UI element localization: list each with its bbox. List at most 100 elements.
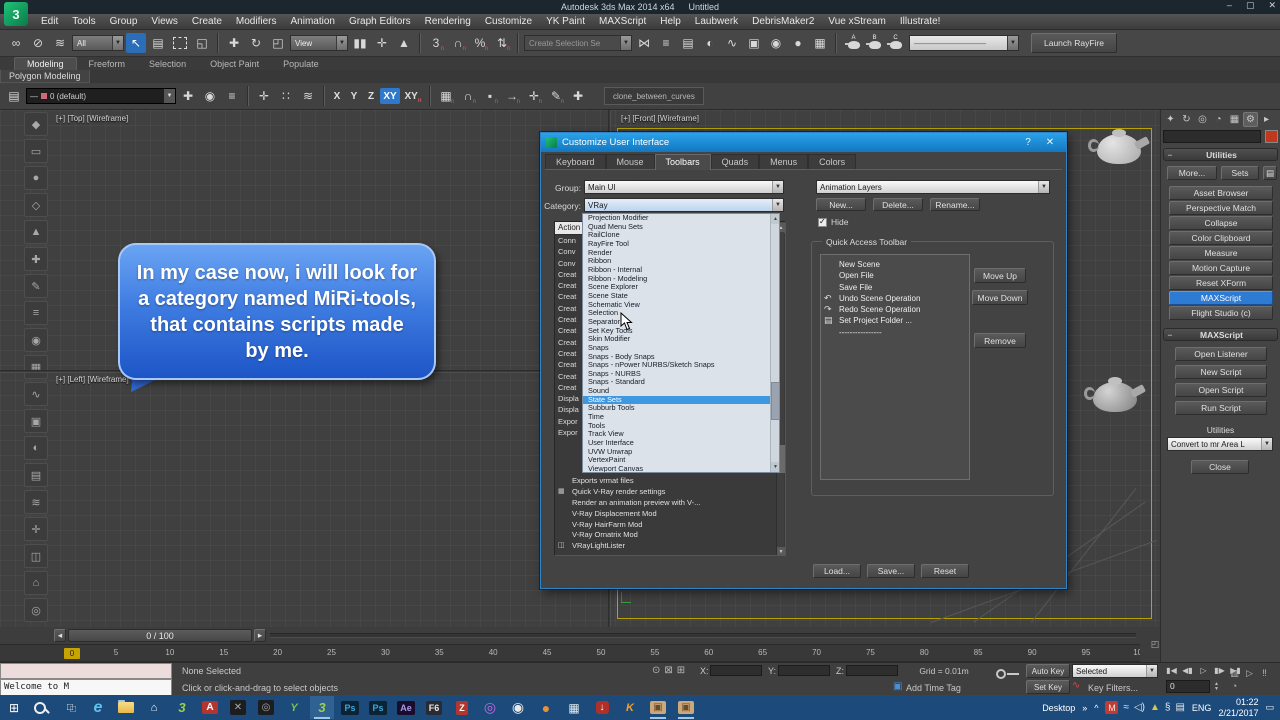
snap-toggle-icon[interactable]: ∩ n xyxy=(448,33,468,53)
link-tool-icon[interactable]: ≋ xyxy=(50,33,70,53)
taskbar-app-icon[interactable]: ⊞ xyxy=(2,696,26,719)
snap-magnet-icon[interactable]: ✚ xyxy=(568,86,588,106)
taskbar-app-icon[interactable]: Ps xyxy=(366,696,390,719)
select-object-icon[interactable]: ↖ xyxy=(126,33,146,53)
add-time-tag[interactable]: Add Time Tag xyxy=(906,683,961,693)
qat-list-item[interactable]: ---------------- xyxy=(821,327,969,338)
script-tool-icon[interactable]: ✎ xyxy=(24,274,48,298)
teapot-object[interactable] xyxy=(1084,377,1147,412)
editor-tool-icon[interactable]: ◐ xyxy=(700,33,720,53)
snap-toggle-icon[interactable]: % n xyxy=(470,33,490,53)
selection-set-combo[interactable]: Create Selection Se ▼ xyxy=(524,35,632,51)
dialog-footer-button[interactable]: Load... xyxy=(813,564,861,578)
axis-constraint-xy-button[interactable]: XY xyxy=(380,88,400,104)
utility-button[interactable]: Measure xyxy=(1169,246,1273,260)
menu-item[interactable]: Graph Editors xyxy=(342,16,418,27)
menu-item[interactable]: Vue xStream xyxy=(821,16,892,27)
toolbar-action-button[interactable]: Delete... xyxy=(873,198,923,211)
command-panel-tab-icon[interactable]: ▸ xyxy=(1259,112,1274,127)
command-panel-tab-icon[interactable]: ⚙ xyxy=(1243,112,1258,127)
toolbar-select-dropdown[interactable]: Animation Layers ▼ xyxy=(816,180,1050,194)
axis-constraint-button[interactable]: Y xyxy=(347,88,361,104)
dialog-tab[interactable]: Keyboard xyxy=(545,154,606,169)
taskbar-app-icon[interactable]: ◎ xyxy=(254,696,278,719)
maxscript-button[interactable]: New Script xyxy=(1175,365,1267,379)
taskbar-app-icon[interactable]: ● xyxy=(534,696,558,719)
menu-item[interactable]: Modifiers xyxy=(229,16,284,27)
category-option[interactable]: Snaps - Standard xyxy=(583,378,779,387)
taskbar-app-icon[interactable]: K xyxy=(618,696,642,719)
clock[interactable]: 01:22 2/21/2017 xyxy=(1218,697,1258,719)
maxscript-mini-listener[interactable]: Welcome to M xyxy=(0,679,172,696)
taskbar-app-icon[interactable]: F6 xyxy=(422,696,446,719)
menu-item[interactable]: Create xyxy=(185,16,229,27)
taskbar-app-icon[interactable]: Z xyxy=(450,696,474,719)
maximize-button[interactable]: ▢ xyxy=(1246,0,1255,11)
dialog-footer-button[interactable]: Save... xyxy=(867,564,915,578)
render-teapot-icon[interactable]: C xyxy=(886,35,903,51)
qat-list-item[interactable]: New Scene xyxy=(821,259,969,270)
taskbar-app-icon[interactable]: ◎ xyxy=(478,696,502,719)
taskbar-app-icon[interactable]: 3 xyxy=(310,696,334,719)
editor-tool-icon[interactable]: ● xyxy=(788,33,808,53)
maxscript-rollout-header[interactable]: − MAXScript xyxy=(1163,328,1278,341)
action-list-item[interactable]: ▦ Quick V-Ray render settings xyxy=(556,487,776,498)
taskbar-app-icon[interactable]: 3 xyxy=(170,696,194,719)
ribbon-tab[interactable]: Object Paint xyxy=(198,58,271,70)
scroll-up-icon[interactable]: ▲ xyxy=(771,214,779,224)
utilities-rollout-header[interactable]: − Utilities xyxy=(1163,148,1278,161)
maxscript-button[interactable]: Open Script xyxy=(1175,383,1267,397)
category-option[interactable]: Skin Modifier xyxy=(583,335,779,344)
key-mode-dropdown[interactable]: Selected ▼ xyxy=(1072,664,1158,678)
utility-button[interactable]: Motion Capture xyxy=(1169,261,1273,275)
utility-button[interactable]: Color Clipboard xyxy=(1169,231,1273,245)
clone-between-curves-button[interactable]: clone_between_curves xyxy=(604,87,704,105)
script-tool-icon[interactable]: ▲ xyxy=(24,220,48,244)
viewport-nav-icon[interactable]: ◔ xyxy=(1228,681,1241,691)
playback-button[interactable]: ◀▮ xyxy=(1180,664,1195,677)
object-color-swatch[interactable] xyxy=(1265,130,1278,143)
script-tool-icon[interactable]: ⌂ xyxy=(24,571,48,595)
taskbar-app-icon[interactable]: A xyxy=(198,696,222,719)
category-option[interactable]: Render xyxy=(583,248,779,258)
utility-button[interactable]: Collapse xyxy=(1169,216,1273,230)
snap-magnet-icon[interactable]: ∩ n xyxy=(458,86,478,106)
link-tool-icon[interactable]: ∞ xyxy=(6,33,26,53)
dialog-tab[interactable]: Toolbars xyxy=(654,154,711,170)
layer-tool-icon[interactable]: ✚ xyxy=(178,86,198,106)
next-frame-button[interactable]: ▸ xyxy=(254,629,266,642)
script-tool-icon[interactable]: ◇ xyxy=(24,193,48,217)
maxscript-mini-listener-top[interactable] xyxy=(0,663,172,679)
script-tool-icon[interactable]: ▤ xyxy=(24,463,48,487)
scroll-down-icon[interactable]: ▼ xyxy=(777,547,785,555)
y-coordinate-field[interactable] xyxy=(778,665,830,676)
transform-tool-icon[interactable]: ↻ xyxy=(246,33,266,53)
teapot-object-top[interactable] xyxy=(1088,129,1151,164)
previous-frame-button[interactable]: ◂ xyxy=(54,629,66,642)
viewport-label-front[interactable]: [+] [Front] [Wireframe] xyxy=(621,114,699,123)
script-tool-icon[interactable]: ✛ xyxy=(24,517,48,541)
key-filters-button[interactable]: Key Filters... xyxy=(1088,683,1138,693)
reference-coordinate-combo[interactable]: View ▼ xyxy=(290,35,348,51)
snap-toggle-icon[interactable]: 3n xyxy=(426,33,446,53)
axis-constraint-button[interactable]: Z xyxy=(364,88,378,104)
taskbar-app-icon[interactable]: ▣ xyxy=(674,696,698,719)
qat-list-item[interactable]: ↷ Redo Scene Operation xyxy=(821,304,969,315)
script-tool-icon[interactable]: ✚ xyxy=(24,247,48,271)
tray-icon[interactable]: ≈ xyxy=(1123,701,1129,714)
app-logo-icon[interactable]: 3 xyxy=(4,2,28,26)
script-tool-icon[interactable]: ◉ xyxy=(24,328,48,352)
category-dropdown[interactable]: VRay ▼ xyxy=(584,198,784,212)
status-toggle-icon[interactable]: ⊞ xyxy=(677,665,685,676)
dialog-footer-button[interactable]: Reset xyxy=(921,564,969,578)
layer-tool-icon[interactable]: ≡ xyxy=(222,86,242,106)
maxscript-button[interactable]: Open Listener xyxy=(1175,347,1267,361)
command-panel-tab-icon[interactable]: ◎ xyxy=(1195,112,1210,127)
playback-button[interactable]: ▮◀ xyxy=(1164,664,1179,677)
z-coordinate-field[interactable] xyxy=(846,665,898,676)
script-tool-icon[interactable]: ∿ xyxy=(24,382,48,406)
dialog-tab[interactable]: Quads xyxy=(710,154,760,169)
auto-key-button[interactable]: Auto Key xyxy=(1026,664,1070,678)
playback-button[interactable]: ▮▶ xyxy=(1212,664,1227,677)
frame-spinner[interactable]: ▲ ▼ xyxy=(1212,680,1221,693)
